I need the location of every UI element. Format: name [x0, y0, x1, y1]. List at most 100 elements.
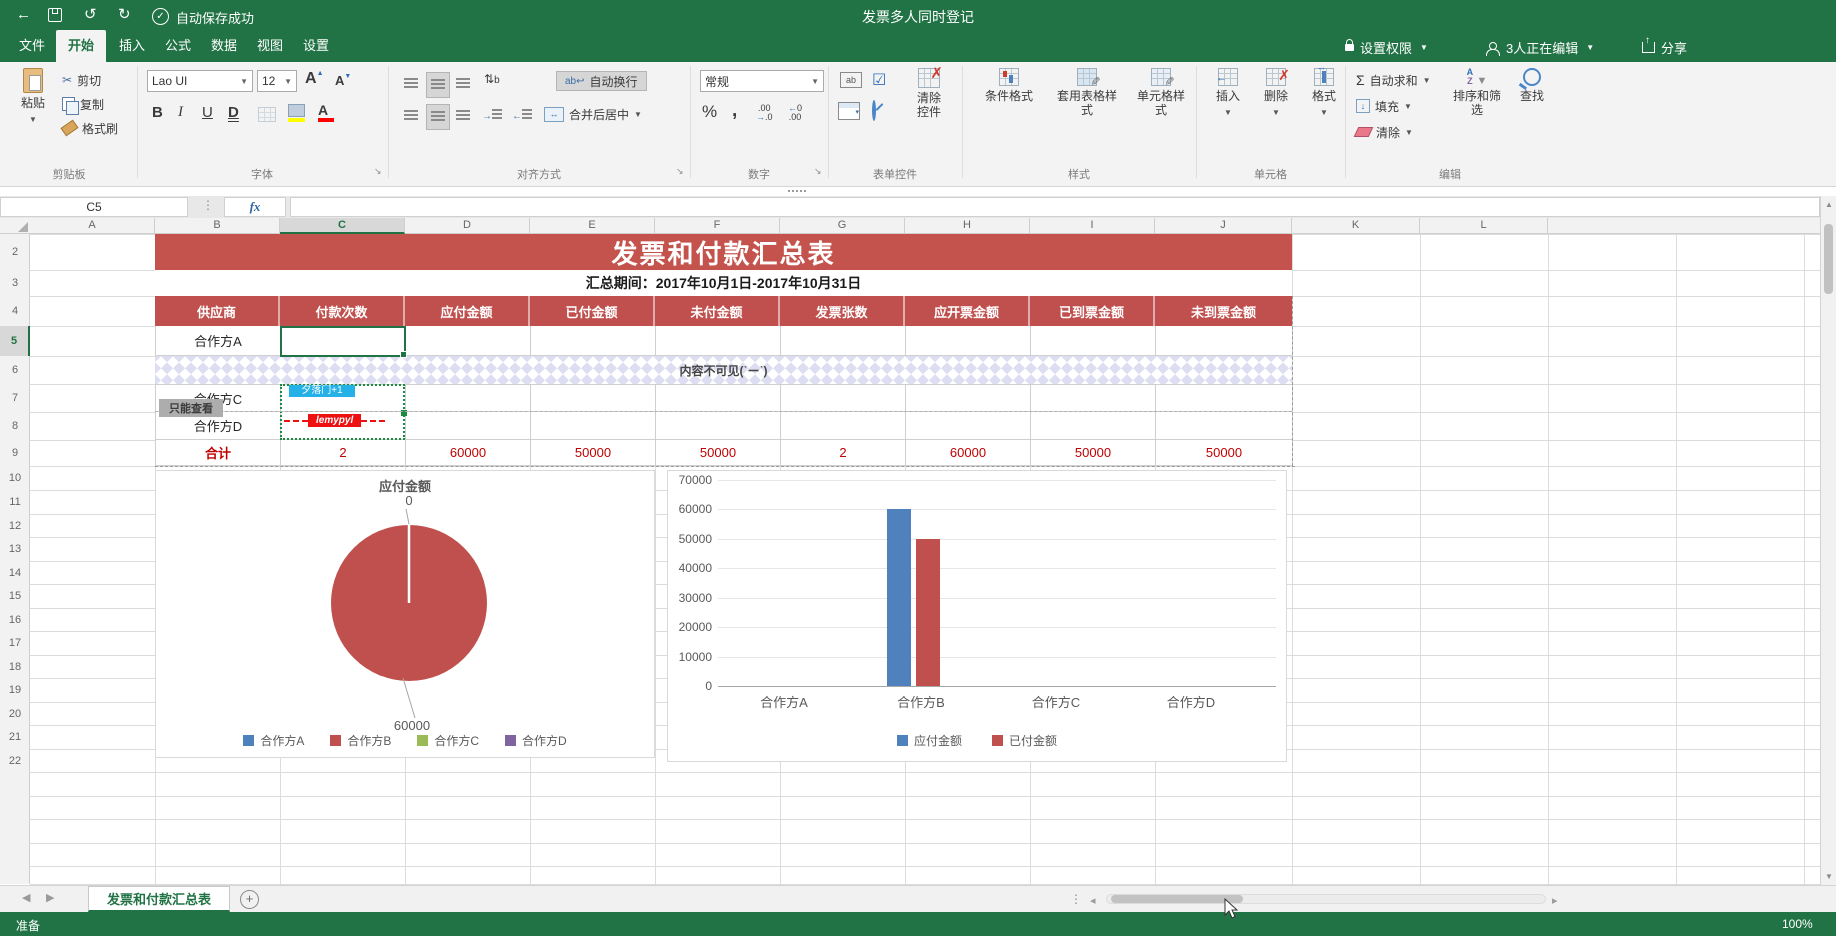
cell[interactable] [906, 384, 1031, 412]
vertical-scrollbar[interactable]: ▲ ▼ [1820, 196, 1836, 885]
cell[interactable] [906, 412, 1031, 440]
scroll-up-icon[interactable]: ▲ [1825, 200, 1833, 209]
cell-supplier[interactable]: 合作方A [156, 326, 281, 356]
total-cell[interactable]: 50000 [531, 440, 656, 466]
cell[interactable] [406, 326, 531, 356]
number-dialog-launcher-icon[interactable]: ↘ [814, 166, 822, 177]
sheet-nav-left-icon[interactable]: ◀ [22, 891, 30, 904]
align-right-button[interactable] [452, 104, 474, 128]
cell[interactable] [906, 326, 1031, 356]
back-icon[interactable]: ← [16, 7, 31, 23]
decrease-decimal-button[interactable]: ←0.00 [788, 104, 802, 122]
insert-cells-button[interactable]: ← 插入 ▼ [1206, 68, 1250, 120]
tab-home[interactable]: 开始 [56, 30, 106, 62]
fill-button[interactable]: ↓ 填充 ▼ [1356, 96, 1412, 116]
copy-button[interactable]: 复制 [62, 94, 104, 114]
row-header-5[interactable]: 5 [0, 326, 30, 356]
format-painter-button[interactable]: 格式刷 [62, 118, 118, 138]
redo-icon[interactable]: ↻ [118, 7, 131, 23]
tab-insert[interactable]: 插入 [110, 30, 154, 62]
column-header-D[interactable]: D [405, 218, 530, 234]
align-left-button[interactable] [400, 104, 422, 128]
zoom-level[interactable]: 100% [1782, 917, 1813, 931]
wrap-text-button[interactable]: ab↩ 自动换行 [556, 71, 647, 91]
row-header-11[interactable]: 11 [0, 490, 30, 514]
bar-chart[interactable]: 应付金额已付金额 7000060000500004000030000200001… [667, 470, 1287, 762]
cell[interactable] [781, 412, 906, 440]
row-header-12[interactable]: 12 [0, 514, 30, 537]
cell-styles-button[interactable]: ✎ 单元格样式 [1130, 68, 1192, 117]
total-cell[interactable]: 2 [781, 440, 906, 466]
row-header-4[interactable]: 4 [0, 296, 30, 326]
sheet-nav-right-icon[interactable]: ▶ [46, 891, 54, 904]
column-header-H[interactable]: H [905, 218, 1030, 234]
number-format-select[interactable]: 常规▼ [700, 70, 824, 92]
increase-decimal-button[interactable]: .00→.0 [756, 104, 773, 122]
select-all-corner[interactable] [18, 222, 28, 232]
delete-cells-button[interactable]: ✗ 删除 ▼ [1254, 68, 1298, 120]
fill-color-button[interactable] [288, 104, 305, 122]
save-icon[interactable] [48, 8, 62, 27]
double-underline-button[interactable]: D [228, 104, 239, 121]
percent-style-button[interactable]: % [702, 102, 717, 122]
hscroll-right-icon[interactable]: ▸ [1552, 894, 1558, 907]
increase-font-icon[interactable]: A▲ [305, 70, 324, 88]
font-family-select[interactable]: Lao UI▼ [147, 70, 253, 92]
increase-indent-button[interactable]: → [482, 106, 502, 124]
total-cell[interactable]: 60000 [406, 440, 531, 466]
decrease-indent-button[interactable]: ← [512, 106, 532, 124]
cell[interactable] [531, 326, 656, 356]
editing-users-button[interactable]: 3人正在编辑 ▼ [1486, 38, 1594, 57]
column-header-B[interactable]: B [155, 218, 280, 234]
cell[interactable] [1156, 412, 1293, 440]
font-size-select[interactable]: 12▼ [257, 70, 297, 92]
bold-button[interactable]: B [152, 104, 163, 121]
align-middle-button[interactable] [426, 72, 450, 98]
row-header-3[interactable]: 3 [0, 270, 30, 296]
tab-file[interactable]: 文件 [10, 30, 54, 62]
checkbox-control-icon[interactable]: ☑ [872, 70, 886, 90]
column-header-L[interactable]: L [1420, 218, 1548, 234]
align-top-button[interactable] [400, 72, 422, 96]
column-header-G[interactable]: G [780, 218, 905, 234]
dropdown-control-icon[interactable]: ▾ [838, 102, 860, 120]
formula-input[interactable] [290, 197, 1820, 217]
autosum-button[interactable]: Σ 自动求和 ▼ [1356, 70, 1431, 90]
name-box-splitter[interactable]: ⋮ [202, 198, 214, 212]
row-header-10[interactable]: 10 [0, 466, 30, 490]
horizontal-scrollbar[interactable] [1106, 894, 1546, 904]
fx-icon[interactable]: fx [224, 197, 286, 217]
name-box[interactable]: C5 [0, 197, 188, 217]
comma-style-button[interactable]: , [732, 100, 737, 122]
cell[interactable] [531, 384, 656, 412]
cell[interactable] [406, 412, 531, 440]
total-cell[interactable]: 50000 [656, 440, 781, 466]
clear-controls-button[interactable]: ✗ 清除控件 [900, 68, 958, 119]
column-header-K[interactable]: K [1292, 218, 1420, 234]
alignment-dialog-launcher-icon[interactable]: ↘ [676, 166, 684, 177]
row-header-2[interactable]: 2 [0, 234, 30, 270]
clear-button[interactable]: 清除 ▼ [1356, 122, 1413, 142]
cell[interactable] [531, 412, 656, 440]
cell[interactable] [1031, 384, 1156, 412]
set-permissions-button[interactable]: 设置权限 ▼ [1345, 38, 1428, 57]
decrease-font-icon[interactable]: A▼ [335, 73, 351, 88]
row-header-6[interactable]: 6 [0, 356, 30, 384]
find-button[interactable]: 查找 [1512, 68, 1552, 103]
cell[interactable] [656, 412, 781, 440]
column-header-J[interactable]: J [1155, 218, 1292, 234]
undo-icon[interactable]: ↺ [84, 7, 97, 23]
row-header-14[interactable]: 14 [0, 561, 30, 584]
tab-data[interactable]: 数据 [202, 30, 246, 62]
sort-filter-button[interactable]: AZ ▼ 排序和筛选 [1448, 68, 1506, 117]
cell[interactable] [1156, 326, 1293, 356]
align-center-button[interactable] [426, 104, 450, 130]
column-header-A[interactable]: A [30, 218, 155, 234]
cell[interactable] [781, 384, 906, 412]
row-header-20[interactable]: 20 [0, 702, 30, 725]
total-cell[interactable]: 2 [281, 440, 406, 466]
underline-button[interactable]: U [202, 104, 213, 121]
row-header-8[interactable]: 8 [0, 412, 30, 440]
cut-button[interactable]: ✂ 剪切 [62, 70, 101, 90]
tab-formulas[interactable]: 公式 [156, 30, 200, 62]
